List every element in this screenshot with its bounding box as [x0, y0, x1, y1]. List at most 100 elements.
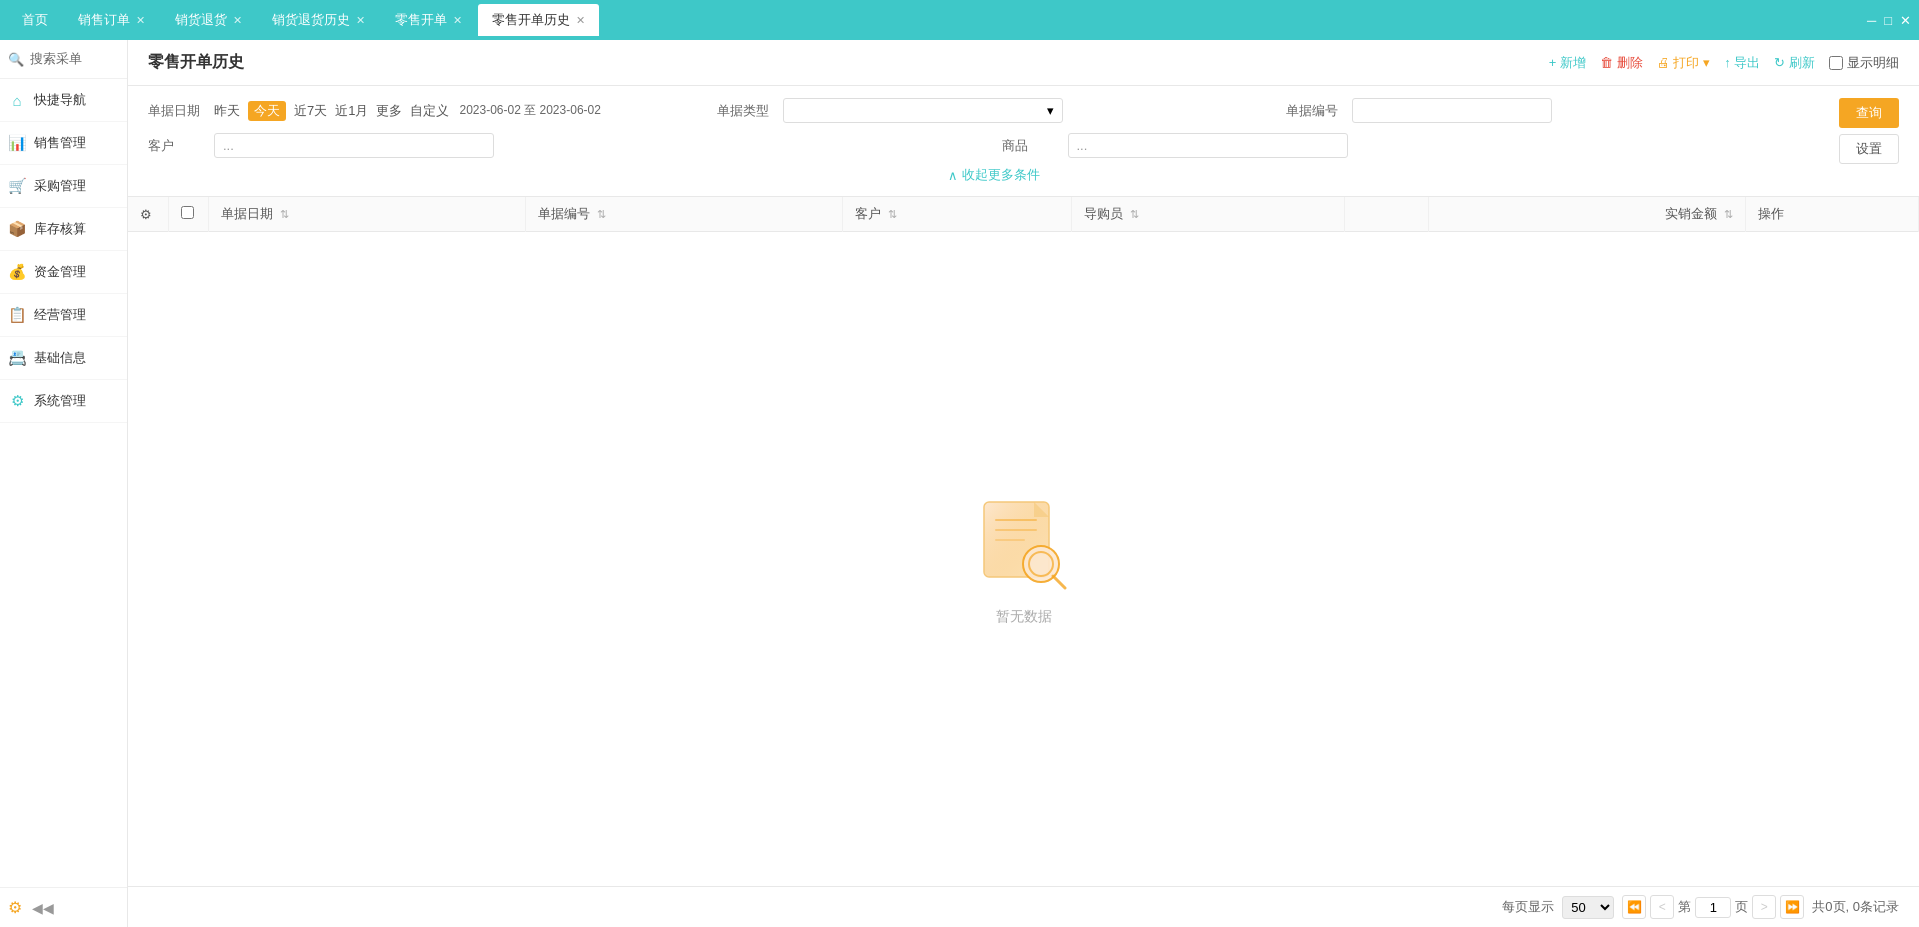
content-area: 零售开单历史 + 新增 🗑 删除 🖨 打印 ▾ ↑ 导出 ↻ 刷新	[128, 40, 1919, 927]
date-custom[interactable]: 自定义	[410, 102, 449, 120]
sort-icon[interactable]: ⇅	[1130, 208, 1139, 220]
sort-icon[interactable]: ⇅	[888, 208, 897, 220]
tab-sales-return[interactable]: 销货退货 ✕	[161, 4, 256, 36]
next-page-btn[interactable]: >	[1752, 895, 1776, 919]
col-amount: 实销金额 ⇅	[1429, 197, 1746, 232]
sort-icon[interactable]: ⇅	[1724, 208, 1733, 220]
query-button[interactable]: 查询	[1839, 98, 1899, 128]
window-close-button[interactable]: ✕	[1900, 13, 1911, 28]
select-all-checkbox[interactable]	[181, 206, 194, 219]
goods-select[interactable]: ...	[1068, 133, 1348, 158]
per-page-label: 每页显示	[1502, 898, 1554, 916]
sidebar-item-sales[interactable]: 📊 销售管理	[0, 122, 127, 165]
date-more[interactable]: 更多	[376, 102, 402, 120]
prev-page-btn[interactable]: <	[1650, 895, 1674, 919]
query-settings-group: 查询 设置	[1839, 98, 1899, 164]
sidebar: 🔍 搜索采单 ⌂ 快捷导航 📊 销售管理 🛒 采购管理 📦 库存核算 💰 资金管…	[0, 40, 128, 927]
show-detail-checkbox[interactable]	[1829, 56, 1843, 70]
goods-label: 商品	[1002, 137, 1062, 155]
top-nav-bar: 首页 销售订单 ✕ 销货退货 ✕ 销货退货历史 ✕ 零售开单 ✕ 零售开单历史 …	[0, 0, 1919, 40]
basic-info-icon: 📇	[8, 349, 26, 367]
page-input[interactable]	[1695, 897, 1731, 918]
close-icon[interactable]: ✕	[576, 14, 585, 27]
col-date: 单据日期 ⇅	[208, 197, 525, 232]
sidebar-item-finance[interactable]: 💰 资金管理	[0, 251, 127, 294]
docno-input[interactable]	[1352, 98, 1552, 123]
date-1month[interactable]: 近1月	[335, 102, 368, 120]
window-controls: ─ □ ✕	[1867, 13, 1911, 28]
sort-icon[interactable]: ⇅	[597, 208, 606, 220]
svg-line-5	[1053, 576, 1065, 588]
purchase-icon: 🛒	[8, 177, 26, 195]
print-dropdown-icon[interactable]: ▾	[1703, 55, 1710, 70]
delete-button[interactable]: 🗑 删除	[1600, 54, 1643, 72]
operations-icon: 📋	[8, 306, 26, 324]
tab-home[interactable]: 首页	[8, 4, 62, 36]
export-button[interactable]: ↑ 导出	[1724, 54, 1760, 72]
collapse-sidebar-icon[interactable]: ◀◀	[32, 900, 54, 916]
toolbar: + 新增 🗑 删除 🖨 打印 ▾ ↑ 导出 ↻ 刷新 显示明细	[1549, 54, 1899, 72]
table-settings-icon[interactable]: ⚙	[140, 207, 152, 222]
sidebar-item-quick-nav[interactable]: ⌂ 快捷导航	[0, 79, 127, 122]
table-checkbox-header	[168, 197, 208, 232]
date-filter-group: 单据日期 昨天 今天 近7天 近1月 更多 自定义 2023-06-02 至 2…	[148, 101, 701, 121]
filter-row-1: 单据日期 昨天 今天 近7天 近1月 更多 自定义 2023-06-02 至 2…	[148, 98, 1839, 123]
page-header: 零售开单历史 + 新增 🗑 删除 🖨 打印 ▾ ↑ 导出 ↻ 刷新	[128, 40, 1919, 86]
goods-dots: ...	[1077, 138, 1088, 153]
main-layout: 🔍 搜索采单 ⌂ 快捷导航 📊 销售管理 🛒 采购管理 📦 库存核算 💰 资金管…	[0, 40, 1919, 927]
close-icon[interactable]: ✕	[233, 14, 242, 27]
col-empty	[1344, 197, 1429, 232]
customer-select[interactable]: ...	[214, 133, 494, 158]
search-icon: 🔍	[8, 52, 24, 67]
show-detail-label: 显示明细	[1829, 54, 1899, 72]
settings-gear-icon[interactable]: ⚙	[8, 898, 22, 917]
sidebar-search[interactable]: 🔍 搜索采单	[0, 40, 127, 79]
date-7days[interactable]: 近7天	[294, 102, 327, 120]
customer-dots: ...	[223, 138, 234, 153]
col-action: 操作	[1746, 197, 1919, 232]
sidebar-item-basic-info[interactable]: 📇 基础信息	[0, 337, 127, 380]
finance-icon: 💰	[8, 263, 26, 281]
close-icon[interactable]: ✕	[356, 14, 365, 27]
sort-icon[interactable]: ⇅	[280, 208, 289, 220]
sidebar-item-operations[interactable]: 📋 经营管理	[0, 294, 127, 337]
pagination: 每页显示 50 100 200 ⏪ < 第 页 > ⏩ 共0页, 0条记录	[128, 886, 1919, 927]
table-header-row: ⚙ 单据日期 ⇅ 单据编号 ⇅	[128, 197, 1919, 232]
tab-sales-order[interactable]: 销售订单 ✕	[64, 4, 159, 36]
sidebar-item-purchase[interactable]: 🛒 采购管理	[0, 165, 127, 208]
minimize-button[interactable]: ─	[1867, 13, 1876, 28]
date-today[interactable]: 今天	[248, 101, 286, 121]
last-page-btn[interactable]: ⏩	[1780, 895, 1804, 919]
per-page-select[interactable]: 50 100 200	[1562, 896, 1614, 919]
sidebar-bottom: ⚙ ◀◀	[0, 887, 127, 927]
home-icon: ⌂	[8, 92, 26, 109]
sidebar-item-inventory[interactable]: 📦 库存核算	[0, 208, 127, 251]
goods-filter-group: 商品 ...	[1002, 133, 1840, 158]
tab-retail-order-history[interactable]: 零售开单历史 ✕	[478, 4, 599, 36]
type-select[interactable]: ▾	[783, 98, 1063, 123]
refresh-button[interactable]: ↻ 刷新	[1774, 54, 1815, 72]
print-button[interactable]: 🖨 打印 ▾	[1657, 54, 1711, 72]
add-button[interactable]: + 新增	[1549, 54, 1586, 72]
sidebar-item-system[interactable]: ⚙ 系统管理	[0, 380, 127, 423]
date-shortcuts: 昨天 今天 近7天 近1月 更多 自定义	[214, 101, 449, 121]
tab-sales-return-history[interactable]: 销货退货历史 ✕	[258, 4, 379, 36]
date-range-display: 2023-06-02 至 2023-06-02	[459, 102, 600, 119]
empty-illustration	[969, 492, 1079, 592]
type-filter-group: 单据类型 ▾	[717, 98, 1270, 123]
inventory-icon: 📦	[8, 220, 26, 238]
filter-settings-button[interactable]: 设置	[1839, 134, 1899, 164]
maximize-button[interactable]: □	[1884, 13, 1892, 28]
close-icon[interactable]: ✕	[136, 14, 145, 27]
page-prefix-label: 第	[1678, 898, 1691, 916]
filter-fields: 单据日期 昨天 今天 近7天 近1月 更多 自定义 2023-06-02 至 2…	[148, 98, 1839, 184]
col-guide: 导购员 ⇅	[1071, 197, 1344, 232]
tab-retail-order[interactable]: 零售开单 ✕	[381, 4, 476, 36]
type-label: 单据类型	[717, 102, 777, 120]
close-icon[interactable]: ✕	[453, 14, 462, 27]
date-yesterday[interactable]: 昨天	[214, 102, 240, 120]
total-label: 共0页, 0条记录	[1812, 898, 1899, 916]
first-page-btn[interactable]: ⏪	[1622, 895, 1646, 919]
empty-state: 暂无数据	[128, 232, 1919, 886]
collapse-more-btn[interactable]: ∧ 收起更多条件	[148, 166, 1839, 184]
